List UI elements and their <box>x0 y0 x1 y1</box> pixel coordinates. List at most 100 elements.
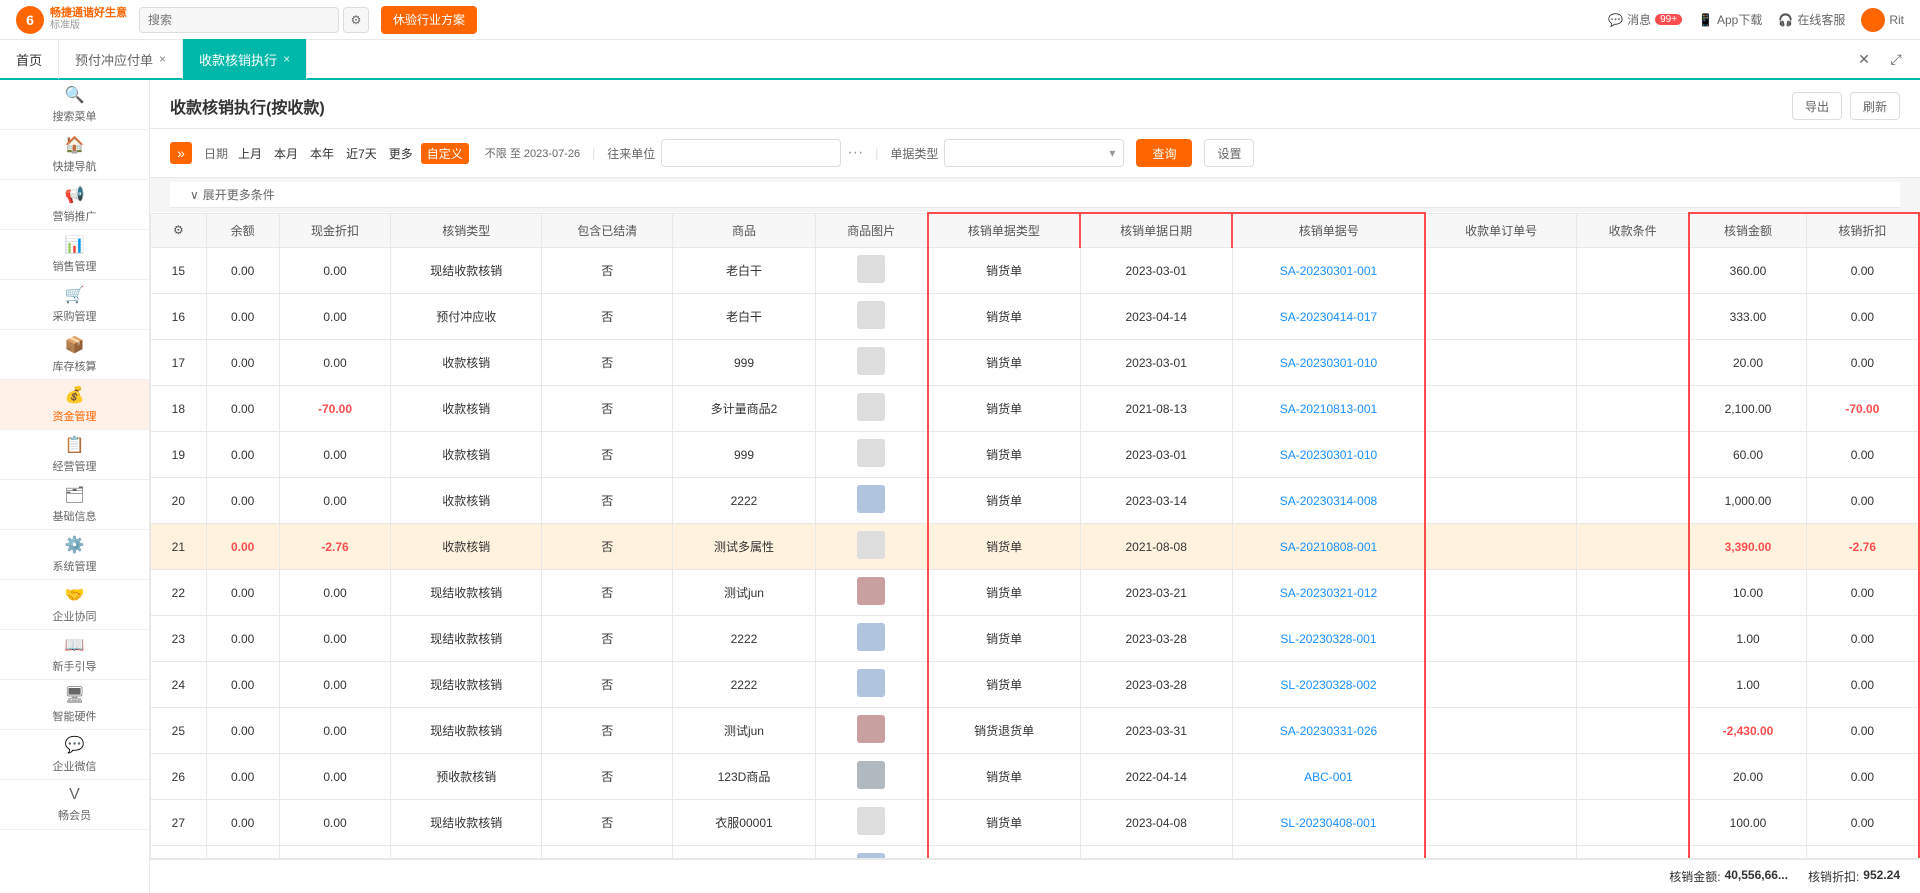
bill-no-link[interactable]: ABC-001 <box>1304 770 1353 784</box>
service-icon: 🎧 <box>1778 13 1793 27</box>
setting-button[interactable]: 设置 <box>1204 139 1254 167</box>
sidebar-item-purchase[interactable]: 🛒 采购管理 <box>0 280 149 330</box>
refresh-button[interactable]: 刷新 <box>1850 92 1900 120</box>
cell-cancel-discount: 0.00 <box>1806 570 1919 616</box>
bill-no-link[interactable]: SA-20210808-001 <box>1280 540 1377 554</box>
cell-bill-date: 2021-08-08 <box>1080 524 1232 570</box>
cell-goods-img <box>815 294 928 340</box>
cell-cancel-discount: 0.00 <box>1806 800 1919 846</box>
search-area: ⚙ <box>139 7 369 33</box>
cell-bill-no: SA-20230331-026 <box>1232 708 1425 754</box>
sidebar-item-quick[interactable]: 🏠 快捷导航 <box>0 130 149 180</box>
export-button[interactable]: 导出 <box>1792 92 1842 120</box>
chevron-down-icon: ▾ <box>1109 146 1115 160</box>
bill-no-link[interactable]: SA-20230331-026 <box>1280 724 1377 738</box>
cell-goods: 2222 <box>673 478 815 524</box>
sidebar-item-member[interactable]: V 畅会员 <box>0 780 149 830</box>
cell-balance: 0.00 <box>206 800 279 846</box>
tab-receipt[interactable]: 收款核销执行 × <box>183 39 307 79</box>
sidebar-item-wechat[interactable]: 💬 企业微信 <box>0 730 149 780</box>
partner-input[interactable] <box>661 139 841 167</box>
bill-no-link[interactable]: SA-20230301-010 <box>1280 448 1377 462</box>
bill-no-link[interactable]: SL-20230408-001 <box>1280 816 1376 830</box>
table-row: 19 0.00 0.00 收款核销 否 999 销货单 2023-03-01 S… <box>151 432 1920 478</box>
expand-conditions[interactable]: ∨ 展开更多条件 <box>170 182 1900 208</box>
sidebar-item-sales[interactable]: 📊 销售管理 <box>0 230 149 280</box>
company-icon: 🤝 <box>65 585 85 605</box>
search-input[interactable] <box>139 7 339 33</box>
sidebar-item-inventory[interactable]: 📦 库存核算 <box>0 330 149 380</box>
bill-no-link[interactable]: SA-20230301-001 <box>1280 264 1377 278</box>
date-opt-this-year[interactable]: 本年 <box>306 143 338 164</box>
bill-no-link[interactable]: SL-20230328-002 <box>1280 678 1376 692</box>
cell-receipt-cond <box>1577 570 1690 616</box>
sidebar-item-business[interactable]: 📋 经营管理 <box>0 430 149 480</box>
cell-balance: 0.00 <box>206 662 279 708</box>
table-container[interactable]: ⚙ 余额 现金折扣 核销类型 包含已结清 商品 商品图片 核销单据类型 核销单据… <box>150 212 1920 858</box>
sidebar-item-finance[interactable]: 💰 资金管理 <box>0 380 149 430</box>
cell-bill-no: SA-20210813-001 <box>1232 386 1425 432</box>
sidebar-item-basic[interactable]: 🗂 基础信息 <box>0 480 149 530</box>
tab-home[interactable]: 首页 <box>0 39 59 79</box>
query-button[interactable]: 查询 <box>1136 139 1192 167</box>
user-item[interactable]: Rit <box>1861 8 1904 32</box>
date-opt-this-month[interactable]: 本月 <box>270 143 302 164</box>
sidebar-item-guide[interactable]: 📖 新手引导 <box>0 630 149 680</box>
cell-balance: 0.00 <box>206 248 279 294</box>
cell-discount: -2.76 <box>279 524 391 570</box>
sidebar-item-system[interactable]: ⚙️ 系统管理 <box>0 530 149 580</box>
service-item[interactable]: 🎧 在线客服 <box>1778 11 1845 28</box>
cell-settled: 否 <box>542 340 673 386</box>
bill-no-link[interactable]: SA-20230414-017 <box>1280 310 1377 324</box>
message-item[interactable]: 💬 消息 99+ <box>1608 11 1682 28</box>
col-settings[interactable]: ⚙ <box>151 213 207 248</box>
bill-no-link[interactable]: SA-20230314-008 <box>1280 494 1377 508</box>
sidebar-item-company[interactable]: 🤝 企业协同 <box>0 580 149 630</box>
gear-icon[interactable]: ⚙ <box>343 7 369 33</box>
table-row: 23 0.00 0.00 现结收款核销 否 2222 销货单 2023-03-2… <box>151 616 1920 662</box>
date-opt-last-month[interactable]: 上月 <box>234 143 266 164</box>
cell-balance: 0.00 <box>206 294 279 340</box>
date-opt-7days[interactable]: 近7天 <box>342 143 381 164</box>
tab-prepay-close[interactable]: × <box>159 52 166 66</box>
bill-type-select[interactable]: ▾ <box>944 139 1124 167</box>
date-custom-btn[interactable]: 自定义 <box>421 143 469 164</box>
cell-discount: 0.00 <box>279 570 391 616</box>
cell-settled: 否 <box>542 708 673 754</box>
cell-goods-img <box>815 478 928 524</box>
partner-dots[interactable]: ··· <box>847 144 863 162</box>
table-row: 15 0.00 0.00 现结收款核销 否 老白干 销货单 2023-03-01… <box>151 248 1920 294</box>
cell-cancel-discount: 0.00 <box>1806 662 1919 708</box>
bill-no-link[interactable]: SA-20210813-001 <box>1280 402 1377 416</box>
col-bill-date: 核销单据日期 <box>1080 213 1232 248</box>
cell-bill-no: SA-20230301-010 <box>1232 340 1425 386</box>
cell-receipt-cond <box>1577 800 1690 846</box>
industry-button[interactable]: 休验行业方案 <box>381 6 477 34</box>
bill-type-filter-group: 单据类型 ▾ <box>890 139 1124 167</box>
sidebar-item-guide-label: 新手引导 <box>53 658 97 674</box>
bill-no-link[interactable]: SA-20230321-012 <box>1280 586 1377 600</box>
cell-bill-date: 2023-03-28 <box>1080 662 1232 708</box>
tab-bar: 首页 预付冲应付单 × 收款核销执行 × ✕ ⤢ <box>0 40 1920 80</box>
cell-bill-no: SL-20230328-002 <box>1232 662 1425 708</box>
tab-close-all-button[interactable]: ✕ <box>1852 47 1876 71</box>
tab-receipt-close[interactable]: × <box>283 52 290 66</box>
cell-goods-img <box>815 524 928 570</box>
bill-no-link[interactable]: SL-20230328-001 <box>1280 632 1376 646</box>
tab-expand-button[interactable]: ⤢ <box>1884 47 1908 71</box>
message-label: 消息 <box>1627 11 1651 28</box>
sidebar-item-marketing[interactable]: 📢 营销推广 <box>0 180 149 230</box>
bill-no-link[interactable]: SA-20230301-010 <box>1280 356 1377 370</box>
sidebar: 🔍 搜索菜单 🏠 快捷导航 📢 营销推广 📊 销售管理 🛒 采购管理 📦 库存核… <box>0 80 150 893</box>
tab-prepay[interactable]: 预付冲应付单 × <box>59 39 183 79</box>
date-opt-more[interactable]: 更多 <box>385 143 417 164</box>
footer-cancel-amount-label: 核销金额: <box>1669 868 1720 885</box>
cell-bill-no: SA-20230314-008 <box>1232 478 1425 524</box>
app-download-item[interactable]: 📱 App下载 <box>1698 11 1762 28</box>
cell-cancel-amount: 360.00 <box>1689 248 1806 294</box>
sidebar-item-search[interactable]: 🔍 搜索菜单 <box>0 80 149 130</box>
expand-button[interactable]: » <box>170 142 192 164</box>
cell-receipt-order <box>1425 386 1577 432</box>
cell-bill-type: 销货单 <box>928 478 1080 524</box>
sidebar-item-hardware[interactable]: 🖥 智能硬件 <box>0 680 149 730</box>
